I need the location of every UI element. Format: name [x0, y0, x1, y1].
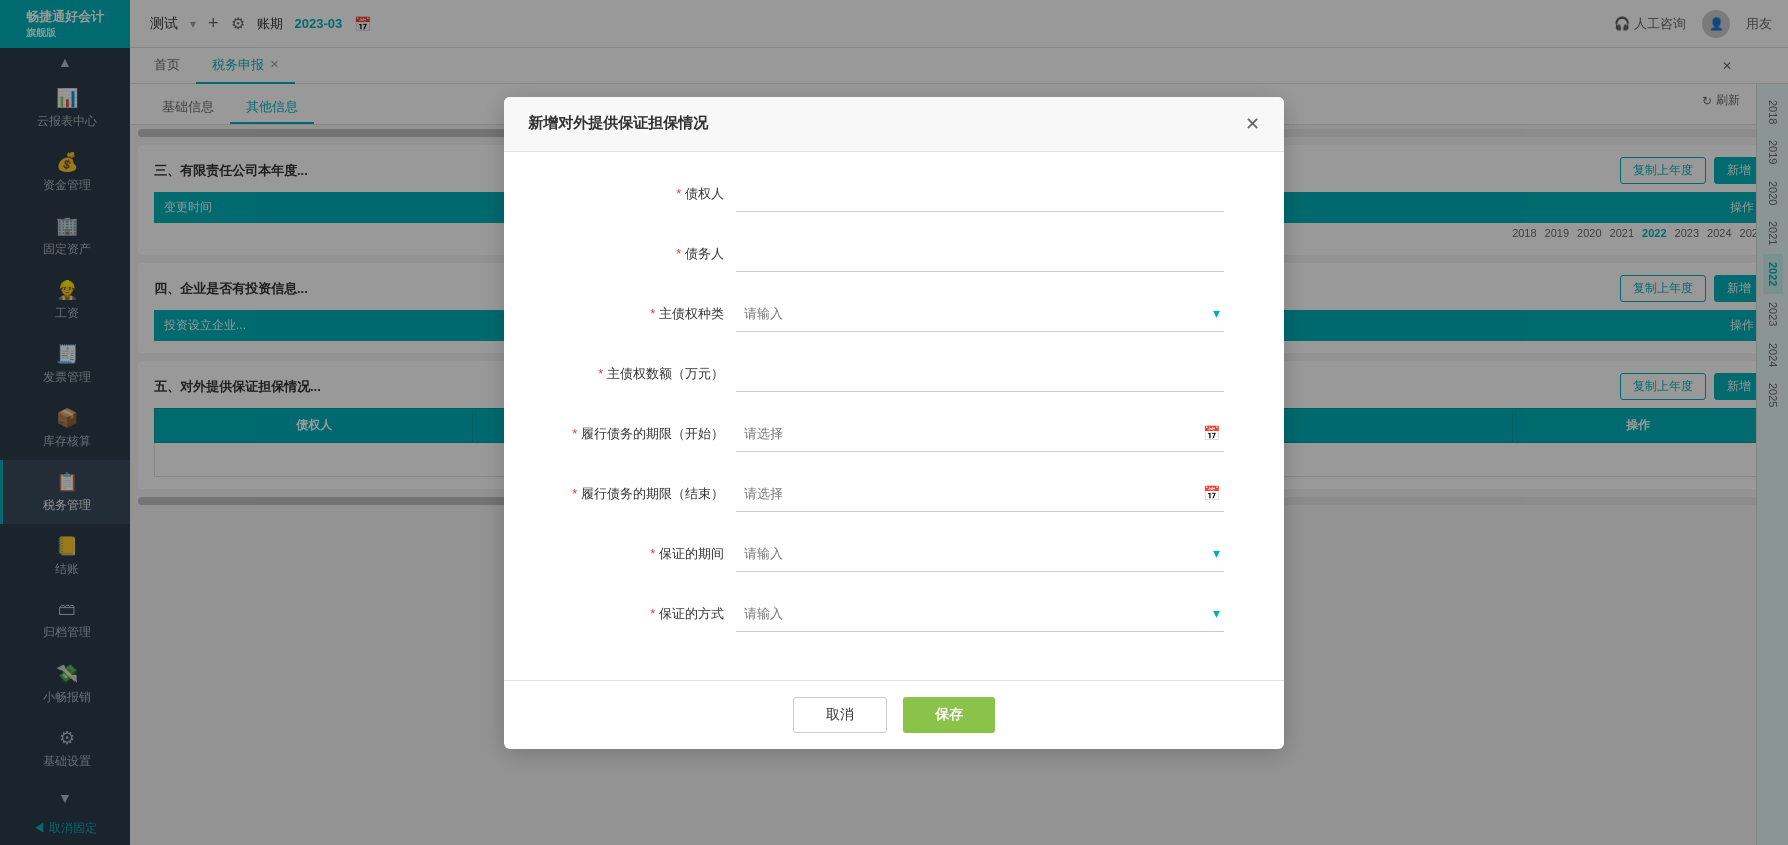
modal-footer: 取消 保存	[504, 680, 1284, 749]
modal-overlay: 新增对外提供保证担保情况 ✕ * 债权人 * 债务人	[0, 0, 1788, 845]
select-wrap-baozheng-fangshi: ▾	[736, 596, 1224, 632]
form-row-zhuzhaiquanshue: * 主债权数额（万元）	[564, 356, 1224, 392]
input-zhaiquanren[interactable]	[736, 176, 1224, 212]
modal-body: * 债权人 * 债务人 * 主债权种类	[504, 152, 1284, 680]
label-zhuzhaiquanshue: * 主债权数额（万元）	[564, 365, 724, 383]
select-wrap-zhuzhaiquanzhonglei: ▾	[736, 296, 1224, 332]
form-row-baozheng-fangshi: * 保证的方式 ▾	[564, 596, 1224, 632]
label-zhaiwuren: * 债务人	[564, 245, 724, 263]
form-row-zhaiquanren: * 债权人	[564, 176, 1224, 212]
modal-dialog: 新增对外提供保证担保情况 ✕ * 债权人 * 债务人	[504, 97, 1284, 749]
input-baozheng-fangshi[interactable]	[736, 602, 1213, 625]
chevron-zhuzhaiquanzhonglei[interactable]: ▾	[1213, 305, 1224, 321]
modal-header: 新增对外提供保证担保情况 ✕	[504, 97, 1284, 152]
chevron-baozheng-qijian[interactable]: ▾	[1213, 545, 1224, 561]
input-qixian-end[interactable]	[736, 482, 1203, 505]
form-row-baozheng-qijian: * 保证的期间 ▾	[564, 536, 1224, 572]
label-baozheng-qijian: * 保证的期间	[564, 545, 724, 563]
select-wrap-baozheng-qijian: ▾	[736, 536, 1224, 572]
form-row-qixian-start: * 履行债务的期限（开始） 📅	[564, 416, 1224, 452]
cancel-button[interactable]: 取消	[793, 697, 887, 733]
input-zhuzhaiquanzhonglei[interactable]	[736, 302, 1213, 325]
input-qixian-start[interactable]	[736, 422, 1203, 445]
date-wrap-qixian-start: 📅	[736, 416, 1224, 452]
label-qixian-end: * 履行债务的期限（结束）	[564, 485, 724, 503]
label-baozheng-fangshi: * 保证的方式	[564, 605, 724, 623]
chevron-baozheng-fangshi[interactable]: ▾	[1213, 605, 1224, 621]
form-row-zhaiwuren: * 债务人	[564, 236, 1224, 272]
calendar-end-icon[interactable]: 📅	[1203, 485, 1224, 501]
modal-close-button[interactable]: ✕	[1245, 113, 1260, 135]
input-baozheng-qijian[interactable]	[736, 542, 1213, 565]
save-button[interactable]: 保存	[903, 697, 995, 733]
label-qixian-start: * 履行债务的期限（开始）	[564, 425, 724, 443]
input-zhuzhaiquanshue[interactable]	[736, 356, 1224, 392]
date-wrap-qixian-end: 📅	[736, 476, 1224, 512]
modal-title: 新增对外提供保证担保情况	[528, 114, 708, 133]
calendar-start-icon[interactable]: 📅	[1203, 425, 1224, 441]
input-zhaiwuren[interactable]	[736, 236, 1224, 272]
label-zhaiquanren: * 债权人	[564, 185, 724, 203]
label-zhuzhaiquanzhonglei: * 主债权种类	[564, 305, 724, 323]
form-row-zhuzhaiquanzhonglei: * 主债权种类 ▾	[564, 296, 1224, 332]
form-row-qixian-end: * 履行债务的期限（结束） 📅	[564, 476, 1224, 512]
